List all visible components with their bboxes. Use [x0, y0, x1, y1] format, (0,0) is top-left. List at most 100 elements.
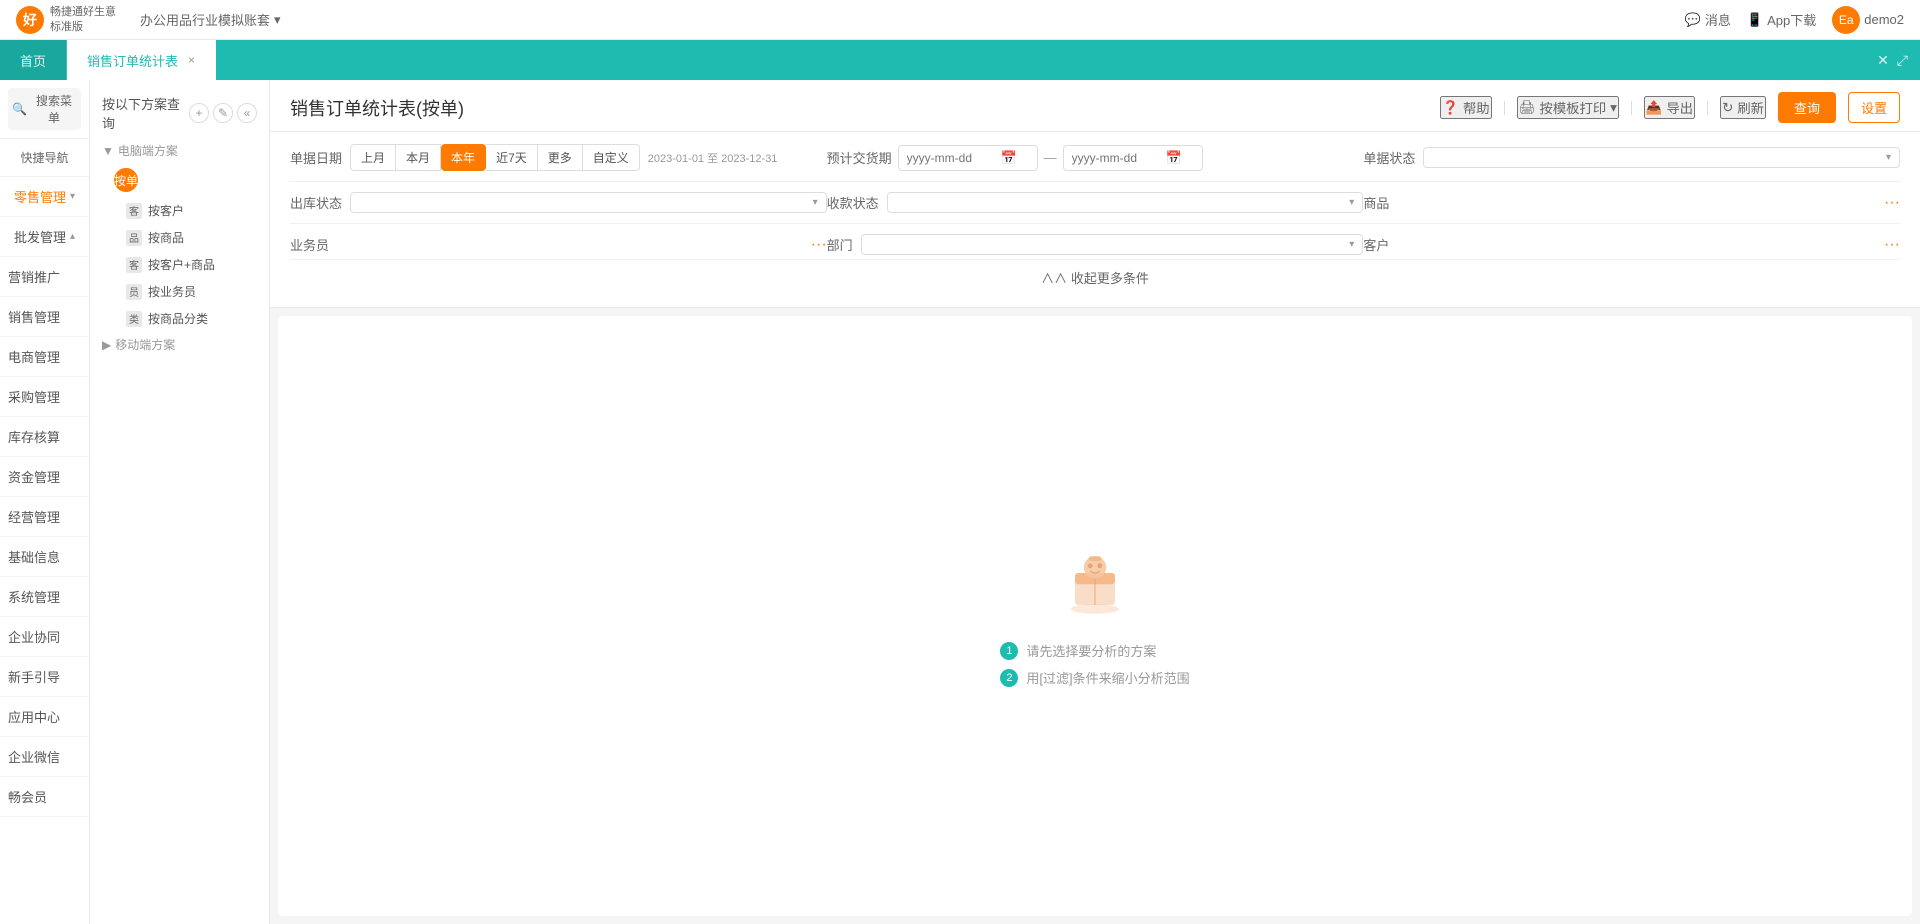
sidebar-item-finance[interactable]: 资金管理 [0, 457, 89, 497]
sidebar-item-basic-info[interactable]: 基础信息 [0, 537, 89, 577]
print-button[interactable]: 🖨 按模板打印 ▾ [1517, 96, 1619, 119]
sidebar-item-retail[interactable]: 零售管理 ▾ [0, 177, 89, 217]
scheme-list: 按单 客 按客户 品 按商品 客 按客户+商品 员 按业务员 [90, 163, 269, 332]
tab-home[interactable]: 首页 [0, 40, 67, 80]
pc-section-header[interactable]: ▼ 电脑端方案 [90, 138, 269, 163]
refresh-icon: ↻ [1722, 100, 1733, 116]
date-btn-this-month[interactable]: 本月 [396, 144, 441, 171]
customer-more-button[interactable]: ··· [1884, 236, 1900, 254]
ship-status-select[interactable]: ▾ [350, 192, 827, 213]
left-panel-header: 按以下方案查询 + ✎ « [90, 88, 269, 138]
divider [1504, 101, 1505, 115]
sidebar-item-guide[interactable]: 新手引导 [0, 657, 89, 697]
salesman-cell: 业务员 ··· [290, 234, 827, 255]
empty-illustration [1055, 545, 1135, 625]
user-avatar[interactable]: Ea demo2 [1832, 6, 1904, 34]
logo-text: 畅捷通好生意 标准版 [50, 5, 116, 34]
query-button[interactable]: 查询 [1778, 92, 1836, 123]
scheme-item-by-customer-goods[interactable]: 客 按客户+商品 [98, 251, 269, 278]
date-btn-this-year[interactable]: 本年 [441, 144, 486, 171]
top-bar-left: 好 畅捷通好生意 标准版 办公用品行业模拟账套 ▾ [16, 5, 281, 34]
logo-area: 好 畅捷通好生意 标准版 [16, 5, 116, 34]
date-btn-more[interactable]: 更多 [538, 144, 583, 171]
sidebar-item-marketing[interactable]: 营销推广 [0, 257, 89, 297]
date-btn-7days[interactable]: 近7天 [486, 144, 538, 171]
add-scheme-button[interactable]: + [189, 103, 209, 123]
sidebar: 🔍 搜索菜单 快捷导航 零售管理 ▾ 批发管理 ▴ 营销推广 销售管理 电商管理… [0, 80, 90, 924]
sidebar-item-wechat[interactable]: 企业微信 [0, 737, 89, 777]
scheme-item-by-customer[interactable]: 客 按客户 [98, 197, 269, 224]
sidebar-item-inventory[interactable]: 库存核算 [0, 417, 89, 457]
divider2 [1631, 101, 1632, 115]
ship-status-chevron-icon: ▾ [813, 197, 818, 208]
scheme-item-by-order[interactable]: 按单 [98, 163, 269, 197]
tab-close-icon[interactable]: × [188, 53, 195, 67]
top-bar: 好 畅捷通好生意 标准版 办公用品行业模拟账套 ▾ 💬 消息 📱 App下载 E… [0, 0, 1920, 40]
mobile-section-header[interactable]: ▶ 移动端方案 [90, 332, 269, 357]
date-from-input[interactable] [907, 151, 997, 165]
date-filter-group: 上月 本月 本年 近7天 更多 自定义 [350, 144, 640, 171]
app-download-button[interactable]: 📱 App下载 [1747, 10, 1816, 29]
export-button[interactable]: 📤 导出 [1644, 96, 1695, 119]
tab-close-window-icon[interactable]: ✕ [1877, 52, 1889, 69]
tab-bar: 首页 销售订单统计表 × ✕ ⤢ [0, 40, 1920, 80]
receive-status-select[interactable]: ▾ [887, 192, 1364, 213]
left-panel-actions: + ✎ « [189, 103, 257, 123]
salesman-more-button[interactable]: ··· [811, 236, 827, 254]
expected-date-from[interactable]: 📅 [898, 145, 1038, 171]
edit-scheme-button[interactable]: ✎ [213, 103, 233, 123]
help-button[interactable]: ❓ 帮助 [1440, 96, 1491, 119]
dept-select[interactable]: ▾ [861, 234, 1364, 255]
empty-tips: 1 请先选择要分析的方案 2 用[过滤]条件来缩小分析范围 [1000, 641, 1189, 687]
collapse-button[interactable]: ∧∧ 收起更多条件 [1041, 271, 1149, 286]
print-icon: 🖨 [1519, 100, 1536, 116]
tip-number-2: 2 [1000, 669, 1018, 687]
sidebar-item-ecommerce[interactable]: 电商管理 [0, 337, 89, 377]
salesman-icon: 员 [126, 284, 142, 300]
goods-cell: 商品 ··· [1363, 192, 1900, 213]
chevron-right-icon: ▶ [102, 338, 111, 352]
left-panel: 按以下方案查询 + ✎ « ▼ 电脑端方案 按单 客 按客户 [90, 80, 270, 924]
customer-cell: 客户 ··· [1363, 234, 1900, 255]
main-panel: 销售订单统计表(按单) ❓ 帮助 🖨 按模板打印 ▾ 📤 [270, 80, 1920, 924]
expected-date-cell: 预计交货期 📅 — 📅 [827, 144, 1364, 171]
refresh-button[interactable]: ↻ 刷新 [1720, 96, 1766, 119]
date-separator: — [1044, 150, 1057, 165]
expected-date-to[interactable]: 📅 [1063, 145, 1203, 171]
tab-maximize-icon[interactable]: ⤢ [1897, 52, 1908, 69]
sidebar-item-vip[interactable]: 畅会员 [0, 777, 89, 817]
search-menu-button[interactable]: 🔍 搜索菜单 [8, 88, 81, 130]
sidebar-item-system[interactable]: 系统管理 [0, 577, 89, 617]
scheme-item-by-salesman[interactable]: 员 按业务员 [98, 278, 269, 305]
result-area: 1 请先选择要分析的方案 2 用[过滤]条件来缩小分析范围 [278, 316, 1912, 916]
status-chevron-icon: ▾ [1886, 152, 1891, 163]
filter-row-3: 业务员 ··· 部门 ▾ 客户 [290, 234, 1900, 255]
scheme-item-by-goods[interactable]: 品 按商品 [98, 224, 269, 251]
sidebar-item-wholesale[interactable]: 批发管理 ▴ [0, 217, 89, 257]
sidebar-item-procurement[interactable]: 采购管理 [0, 377, 89, 417]
date-filter-cell: 单据日期 上月 本月 本年 近7天 更多 自定义 2023-01-01 至 20… [290, 144, 827, 171]
page-actions: ❓ 帮助 🖨 按模板打印 ▾ 📤 导出 [1440, 92, 1900, 123]
app-selector[interactable]: 办公用品行业模拟账套 ▾ [140, 10, 281, 29]
goods-more-button[interactable]: ··· [1884, 194, 1900, 212]
sidebar-item-app-center[interactable]: 应用中心 [0, 697, 89, 737]
calendar-icon-to: 📅 [1166, 150, 1182, 166]
date-to-input[interactable] [1072, 151, 1162, 165]
tip-number-1: 1 [1000, 642, 1018, 660]
chevron-up-icon: ▴ [70, 231, 75, 242]
status-select[interactable]: ▾ [1423, 147, 1900, 168]
download-icon: 📱 [1747, 12, 1763, 28]
sidebar-quick-nav: 快捷导航 [0, 139, 89, 177]
sidebar-item-sales[interactable]: 销售管理 [0, 297, 89, 337]
scheme-item-by-category[interactable]: 类 按商品分类 [98, 305, 269, 332]
collapse-panel-button[interactable]: « [237, 103, 257, 123]
date-btn-last-month[interactable]: 上月 [350, 144, 396, 171]
settings-button[interactable]: 设置 [1848, 92, 1900, 123]
page-title: 销售订单统计表(按单) [290, 95, 464, 121]
page-header: 销售订单统计表(按单) ❓ 帮助 🖨 按模板打印 ▾ 📤 [270, 80, 1920, 132]
message-button[interactable]: 💬 消息 [1685, 10, 1731, 29]
tab-sales-order[interactable]: 销售订单统计表 × [67, 40, 216, 80]
sidebar-item-operations[interactable]: 经营管理 [0, 497, 89, 537]
date-btn-custom[interactable]: 自定义 [583, 144, 640, 171]
sidebar-item-enterprise[interactable]: 企业协同 [0, 617, 89, 657]
